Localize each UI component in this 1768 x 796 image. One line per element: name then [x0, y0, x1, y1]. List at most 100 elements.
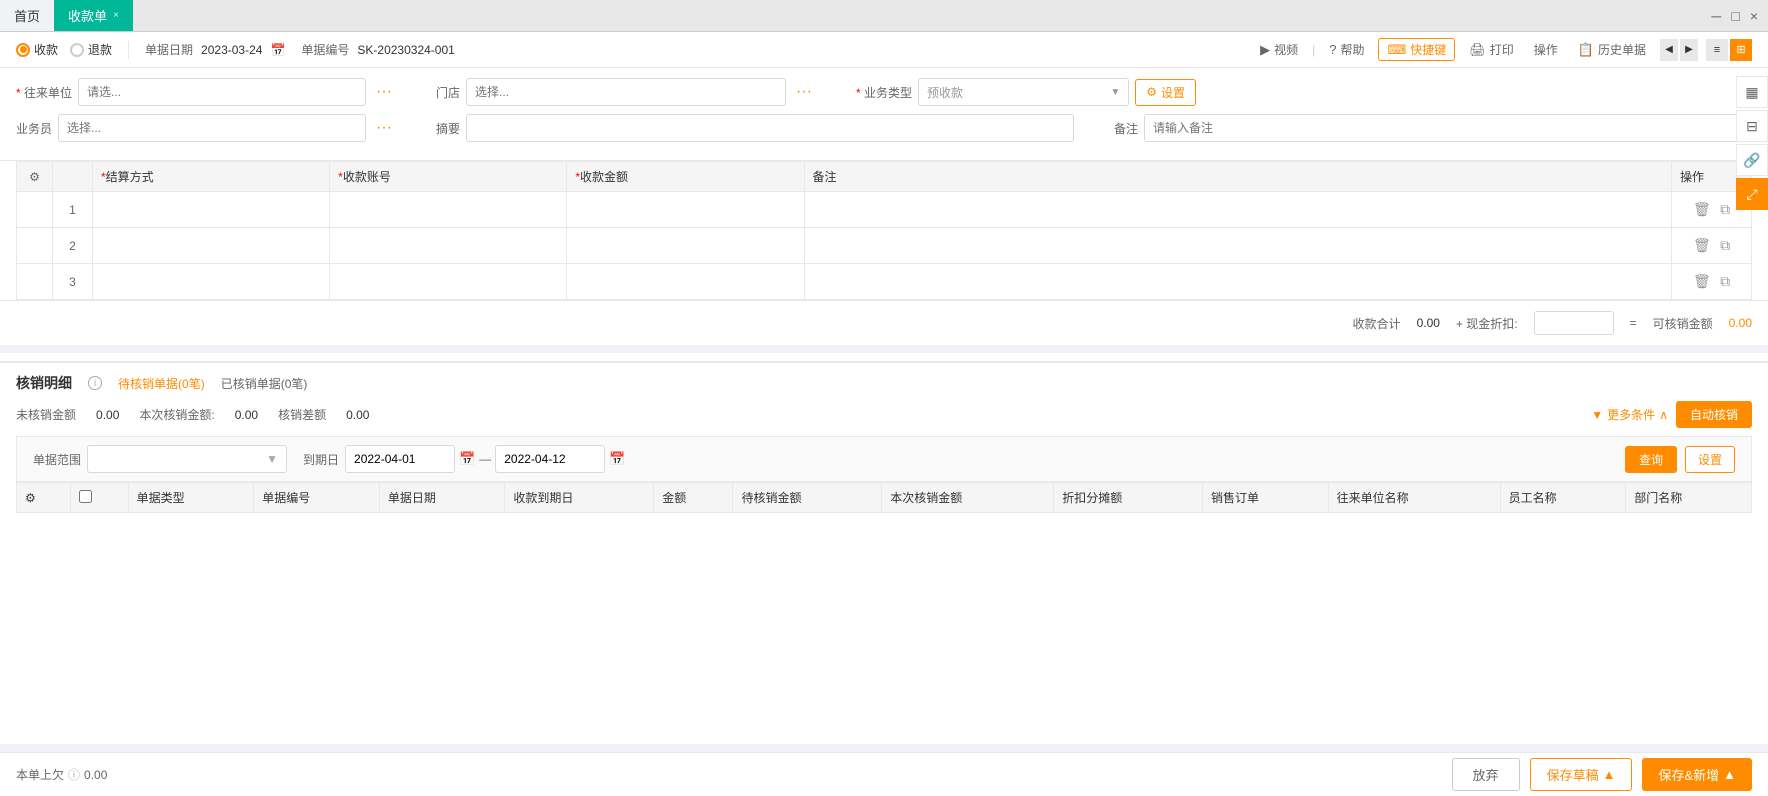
window-max-icon[interactable]: □ [1731, 8, 1739, 24]
shortcut-btn[interactable]: ⌨ 快捷键 [1378, 38, 1455, 61]
more-conditions-btn[interactable]: ▼ 更多条件 ∧ [1591, 406, 1668, 423]
range-label: 单据范围 [33, 451, 81, 468]
calendar-start-icon[interactable]: 📅 [459, 451, 475, 467]
col-gear[interactable]: ⚙ [17, 483, 71, 513]
refund-radio[interactable]: 退款 [70, 41, 112, 58]
range-select[interactable]: ▼ [87, 445, 287, 473]
save-draft-label: 保存草稿 [1547, 765, 1599, 784]
print-btn[interactable]: 🖨 打印 [1463, 39, 1520, 60]
row-delete-2[interactable]: 🗑 [1693, 237, 1711, 253]
view-icons: ≡ ⊞ [1706, 39, 1752, 61]
right-icon-3[interactable]: 🔗 [1736, 144, 1768, 176]
counter-party-more[interactable]: ··· [372, 83, 396, 101]
help-btn[interactable]: ? 帮助 [1323, 39, 1370, 60]
right-icon-2[interactable]: ⊟ [1736, 110, 1768, 142]
line-items-table: ⚙ *结算方式 *收款账号 *收款金额 备注 操作 1 [16, 161, 1752, 300]
history-btn[interactable]: 📋 历史单据 [1572, 39, 1652, 60]
print-icon: 🖨 [1469, 42, 1486, 58]
settings-icon: ⚙ [1146, 85, 1157, 99]
row-settlement-1[interactable] [93, 192, 330, 228]
row-amount-1[interactable] [567, 192, 804, 228]
calendar-end-icon[interactable]: 📅 [609, 451, 625, 467]
row-copy-2[interactable]: ⧉ [1720, 237, 1730, 253]
calendar-icon[interactable]: 📅 [270, 43, 285, 57]
section-divider [0, 345, 1768, 353]
col-checkbox[interactable] [70, 483, 128, 513]
counter-party-input[interactable] [78, 78, 366, 106]
nav-prev[interactable]: ◀ [1660, 39, 1678, 61]
form-section: 往来单位 ··· 门店 ··· 业务类型 预收款 ▼ ⚙ 设置 [0, 68, 1768, 161]
remark-input[interactable] [1144, 114, 1752, 142]
row-account-2[interactable] [330, 228, 567, 264]
settings-button[interactable]: ⚙ 设置 [1135, 79, 1196, 106]
select-all-checkbox[interactable] [79, 490, 92, 503]
row-delete-3[interactable]: 🗑 [1693, 273, 1711, 289]
settlement-header: *结算方式 [93, 162, 330, 192]
row-copy-1[interactable]: ⧉ [1720, 201, 1730, 217]
date-end-input[interactable] [495, 445, 605, 473]
staff-input[interactable] [58, 114, 366, 142]
bottom-table-section: ⚙ 单据类型 单据编号 单据日期 收款到期日 金额 待核销金额 本次核销金额 折… [16, 482, 1752, 513]
right-icon-1[interactable]: ▦ [1736, 76, 1768, 108]
biz-type-select[interactable]: 预收款 ▼ [918, 78, 1129, 106]
remark-label: 备注 [1114, 120, 1138, 137]
doc-num-info: 单据编号 SK-20230324-001 [301, 41, 454, 58]
col-staff: 员工名称 [1500, 483, 1626, 513]
row-remark-1[interactable] [804, 192, 1672, 228]
summary-row: 收款合计 0.00 + 现金折扣: = 可核销金额 0.00 [0, 300, 1768, 345]
grid-view-icon[interactable]: ⊞ [1730, 39, 1752, 61]
store-input[interactable] [466, 78, 786, 106]
gear-header[interactable]: ⚙ [17, 162, 53, 192]
row-settlement-2[interactable] [93, 228, 330, 264]
tab-home[interactable]: 首页 [0, 0, 54, 31]
video-btn[interactable]: ▶ 视频 [1254, 39, 1304, 60]
available-label: 可核销金额 [1653, 315, 1713, 332]
save-draft-arrow: ▲ [1603, 767, 1616, 782]
row-remark-3[interactable] [804, 264, 1672, 300]
row-delete-1[interactable]: 🗑 [1693, 201, 1711, 217]
table-row: 1 🗑 ⧉ [17, 192, 1752, 228]
list-view-icon[interactable]: ≡ [1706, 39, 1728, 61]
receipt-radio[interactable]: 收款 [16, 41, 58, 58]
row-remark-2[interactable] [804, 228, 1672, 264]
row-account-1[interactable] [330, 192, 567, 228]
abandon-button[interactable]: 放弃 [1452, 758, 1520, 791]
auto-writeoff-button[interactable]: 自动核销 [1676, 401, 1752, 428]
save-draft-button[interactable]: 保存草稿 ▲ [1530, 758, 1633, 791]
store-more[interactable]: ··· [792, 83, 816, 101]
row-settlement-3[interactable] [93, 264, 330, 300]
history-icon: 📋 [1578, 42, 1594, 58]
row-gear-1 [17, 192, 53, 228]
window-close-icon[interactable]: × [1750, 8, 1758, 24]
operation-btn[interactable]: 操作 [1528, 39, 1564, 60]
query-button[interactable]: 查询 [1625, 446, 1677, 473]
info-icon[interactable]: ⓘ [68, 766, 80, 783]
receipt-radio-circle [16, 43, 30, 57]
writeoff-info-icon[interactable]: i [88, 376, 102, 390]
help-icon: ? [1329, 42, 1336, 57]
biz-type-arrow: ▼ [1110, 87, 1120, 98]
row-copy-3[interactable]: ⧉ [1720, 273, 1730, 289]
date-start-input[interactable] [345, 445, 455, 473]
filter-settings-button[interactable]: 设置 [1685, 446, 1735, 473]
row-account-3[interactable] [330, 264, 567, 300]
discount-input[interactable] [1534, 311, 1614, 335]
right-icon-4[interactable]: ⤢ [1736, 178, 1768, 210]
save-new-arrow: ▲ [1723, 767, 1736, 782]
writeoff-section: 核销明细 i 待核销单据(0笔) 已核销单据(0笔) 未核销金额 0.00 本次… [0, 361, 1768, 513]
staff-more[interactable]: ··· [372, 119, 396, 137]
tab-receipt[interactable]: 收款单 × [54, 0, 133, 31]
window-min-icon[interactable]: ─ [1711, 8, 1721, 24]
row-amount-2[interactable] [567, 228, 804, 264]
tab-receipt-close[interactable]: × [113, 10, 119, 21]
nav-next[interactable]: ▶ [1680, 39, 1698, 61]
save-new-button[interactable]: 保存&新增 ▲ [1642, 758, 1752, 791]
col-pending-amount: 待核销金额 [733, 483, 882, 513]
pending-tab[interactable]: 待核销单据(0笔) [118, 375, 205, 392]
row-amount-3[interactable] [567, 264, 804, 300]
summary-input[interactable] [466, 114, 1074, 142]
counter-party-field: 往来单位 ··· [16, 78, 396, 106]
done-tab[interactable]: 已核销单据(0笔) [221, 375, 308, 392]
refund-radio-label: 退款 [88, 41, 112, 58]
toolbar: 收款 退款 单据日期 2023-03-24 📅 单据编号 SK-20230324… [0, 32, 1768, 68]
